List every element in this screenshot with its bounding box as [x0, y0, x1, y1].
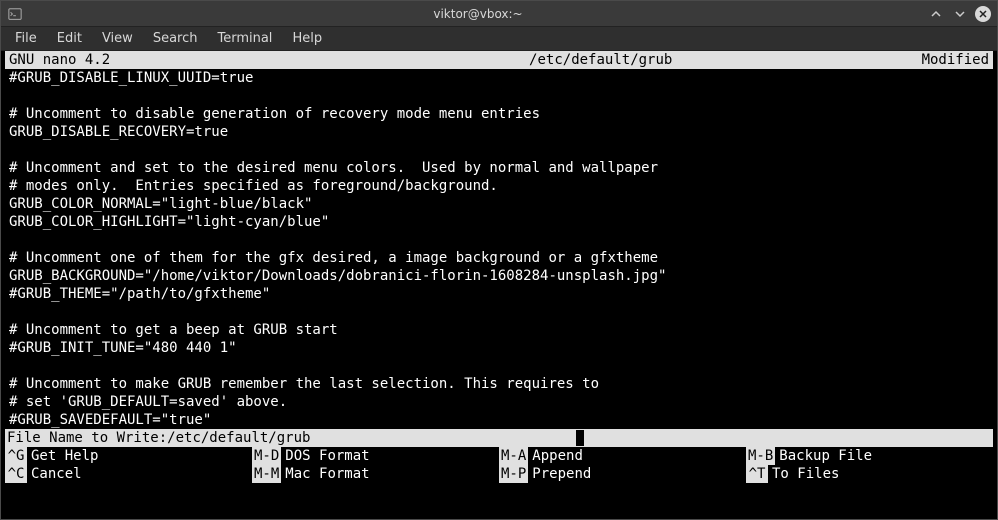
window-controls — [927, 5, 991, 23]
shortcut-item[interactable]: M-PPrepend — [499, 465, 746, 483]
menu-terminal[interactable]: Terminal — [209, 29, 280, 48]
menu-edit[interactable]: Edit — [49, 29, 90, 48]
shortcut-item[interactable]: M-BBackup File — [746, 447, 993, 465]
shortcut-key: M-A — [499, 447, 528, 465]
shortcut-key: ^T — [746, 465, 768, 483]
maximize-button[interactable] — [951, 5, 969, 23]
prompt-label: File Name to Write: — [5, 429, 167, 447]
shortcut-item[interactable]: M-DDOS Format — [252, 447, 499, 465]
shortcut-label: To Files — [772, 465, 839, 483]
shortcut-label: Prepend — [532, 465, 591, 483]
shortcut-key: M-D — [252, 447, 281, 465]
menubar: File Edit View Search Terminal Help — [1, 27, 997, 51]
shortcut-row-2: ^CCancelM-MMac FormatM-PPrepend^TTo File… — [5, 465, 993, 483]
shortcut-label: DOS Format — [285, 447, 369, 465]
shortcut-item[interactable]: ^TTo Files — [746, 465, 993, 483]
shortcut-label: Mac Format — [285, 465, 369, 483]
cursor — [576, 430, 584, 446]
menu-search[interactable]: Search — [145, 29, 206, 48]
shortcut-item[interactable]: ^GGet Help — [5, 447, 252, 465]
shortcut-item[interactable]: M-MMac Format — [252, 465, 499, 483]
terminal-icon — [7, 6, 23, 22]
titlebar[interactable]: viktor@vbox:~ — [1, 1, 997, 27]
save-prompt: File Name to Write: — [5, 429, 993, 447]
terminal-area[interactable]: GNU nano 4.2 /etc/default/grub Modified … — [1, 51, 997, 519]
nano-status: Modified — [869, 51, 989, 69]
shortcut-bar: ^GGet HelpM-DDOS FormatM-AAppendM-BBacku… — [1, 447, 997, 483]
window-title: viktor@vbox:~ — [29, 7, 927, 21]
shortcut-item[interactable]: ^CCancel — [5, 465, 252, 483]
nano-filepath: /etc/default/grub — [332, 51, 869, 69]
shortcut-key: M-B — [746, 447, 775, 465]
editor-content[interactable]: #GRUB_DISABLE_LINUX_UUID=true # Uncommen… — [1, 69, 997, 429]
shortcut-key: M-P — [499, 465, 528, 483]
minimize-button[interactable] — [927, 5, 945, 23]
shortcut-key: M-M — [252, 465, 281, 483]
shortcut-label: Append — [532, 447, 583, 465]
terminal-window: viktor@vbox:~ File Edit View Search Term… — [0, 0, 998, 520]
shortcut-item[interactable]: M-AAppend — [499, 447, 746, 465]
shortcut-label: Get Help — [31, 447, 98, 465]
shortcut-key: ^C — [5, 465, 27, 483]
filename-input[interactable] — [167, 430, 576, 446]
shortcut-label: Backup File — [779, 447, 872, 465]
menu-view[interactable]: View — [94, 29, 141, 48]
shortcut-row-1: ^GGet HelpM-DDOS FormatM-AAppendM-BBacku… — [5, 447, 993, 465]
shortcut-key: ^G — [5, 447, 27, 465]
menu-help[interactable]: Help — [284, 29, 330, 48]
nano-version: GNU nano 4.2 — [9, 51, 332, 69]
shortcut-label: Cancel — [31, 465, 82, 483]
menu-file[interactable]: File — [7, 29, 45, 48]
nano-header: GNU nano 4.2 /etc/default/grub Modified — [5, 51, 993, 69]
close-button[interactable] — [975, 6, 991, 22]
